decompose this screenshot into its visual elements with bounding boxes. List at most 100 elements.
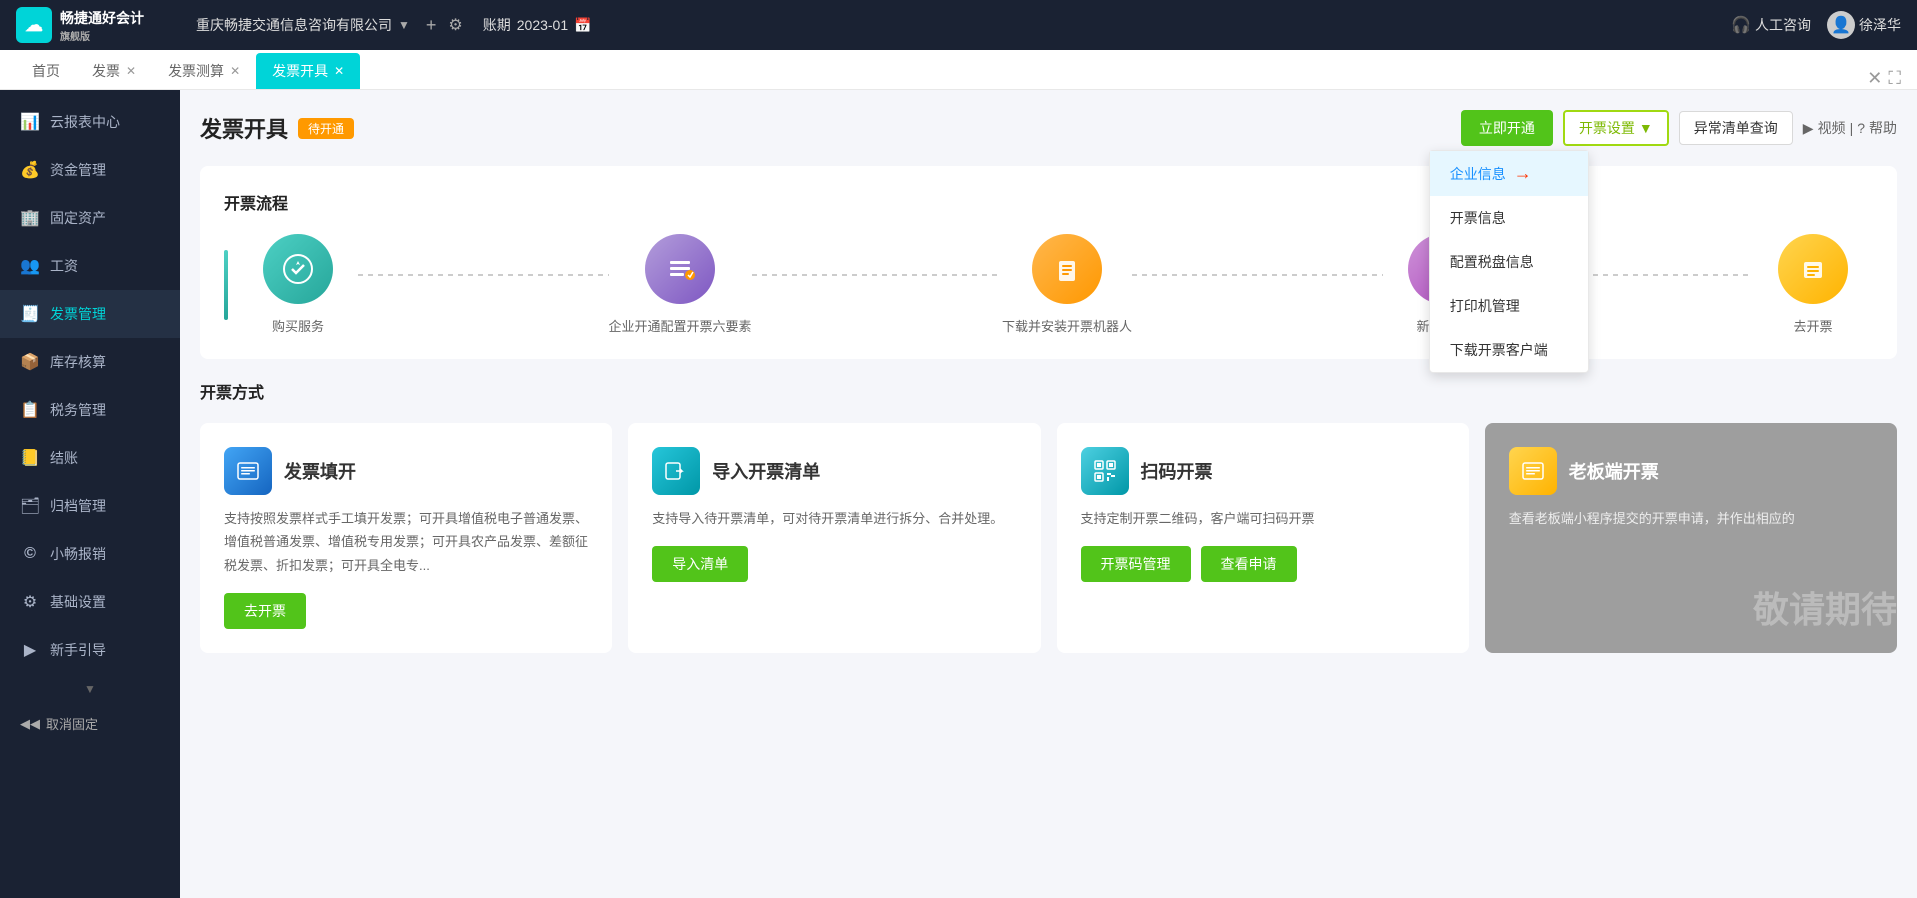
sidebar: 📊 云报表中心 💰 资金管理 🏢 固定资产 👥 工资 🧾 发票管理 📦 库存核算… xyxy=(0,90,180,898)
abnormal-button[interactable]: 异常清单查询 xyxy=(1679,111,1793,145)
tab-home-label: 首页 xyxy=(32,61,60,81)
sidebar-scroll-down[interactable]: ▼ xyxy=(0,674,180,704)
calendar-icon[interactable]: 📅 xyxy=(574,17,591,34)
guidang-icon: 🗂 xyxy=(20,496,40,516)
sidebar-item-guidang[interactable]: 🗂 归档管理 xyxy=(0,482,180,530)
method-section: 开票方式 发票填开 支持按照发票样式手工填开发票；可开具增值税电子普通发票、增值… xyxy=(200,379,1897,653)
dropdown-item-kaipiaoxinxi[interactable]: 开票信息 xyxy=(1430,196,1588,240)
sidebar-label-jiezhang: 结账 xyxy=(50,448,78,468)
jichu-icon: ⚙ xyxy=(20,592,40,612)
method-card-scan: 扫码开票 支持定制开票二维码，客户端可扫码开票 开票码管理 查看申请 xyxy=(1057,423,1469,653)
user-area[interactable]: 👤 徐泽华 xyxy=(1827,11,1901,39)
settings-arrow-icon: ▼ xyxy=(1639,120,1653,136)
sidebar-item-kucun[interactable]: 📦 库存核算 xyxy=(0,338,180,386)
tab-fapiao-cesuan[interactable]: 发票测算 ✕ xyxy=(152,53,256,89)
tab-fapiao[interactable]: 发票 ✕ xyxy=(76,53,152,89)
consulting-label: 人工咨询 xyxy=(1755,15,1811,35)
method-cards: 发票填开 支持按照发票样式手工填开发票；可开具增值税电子普通发票、增值税普通发票… xyxy=(200,423,1897,653)
flow-step-5: 去开票 xyxy=(1753,234,1873,335)
step-circle-2 xyxy=(645,234,715,304)
import-icon xyxy=(652,447,700,495)
status-badge: 待开通 xyxy=(298,118,354,139)
header-actions: 🎧 人工咨询 👤 徐泽华 xyxy=(1731,11,1901,39)
dropdown-item-dayinji[interactable]: 打印机管理 xyxy=(1430,284,1588,328)
fill-icon xyxy=(224,447,272,495)
scan-icon xyxy=(1081,447,1129,495)
tab-cesuan-close[interactable]: ✕ xyxy=(230,64,240,78)
sidebar-cancel-fixed[interactable]: ◀◀ 取消固定 xyxy=(0,704,180,743)
step-connector-1 xyxy=(358,274,609,276)
company-dropdown-arrow: ▼ xyxy=(398,18,410,32)
sidebar-item-xinshou[interactable]: ▶ 新手引导 xyxy=(0,626,180,674)
step-connector-2 xyxy=(752,274,1003,276)
close-all-icon[interactable]: ✕ xyxy=(1867,68,1882,89)
logo-icon: ☁ xyxy=(16,7,52,43)
sidebar-item-jiezhang[interactable]: 📒 结账 xyxy=(0,434,180,482)
sidebar-item-gongzi[interactable]: 👥 工资 xyxy=(0,242,180,290)
add-company-button[interactable]: + xyxy=(426,15,437,36)
activate-button[interactable]: 立即开通 xyxy=(1461,110,1553,146)
page-title-area: 发票开具 待开通 xyxy=(200,112,354,144)
scan-apply-btn[interactable]: 查看申请 xyxy=(1201,546,1297,582)
dropdown-item-peizhi[interactable]: 配置税盘信息 xyxy=(1430,240,1588,284)
sidebar-item-shuiwu[interactable]: 📋 税务管理 xyxy=(0,386,180,434)
peizhi-label: 配置税盘信息 xyxy=(1450,252,1534,272)
tab-bar: 首页 发票 ✕ 发票测算 ✕ 发票开具 ✕ ✕ ⛶ xyxy=(0,50,1917,90)
qiyexinxi-label: 企业信息 xyxy=(1450,164,1506,184)
expand-icon[interactable]: ⛶ xyxy=(1888,68,1901,89)
scan-buttons: 开票码管理 查看申请 xyxy=(1081,546,1445,582)
sidebar-item-yunbao[interactable]: 📊 云报表中心 xyxy=(0,98,180,146)
dropdown-item-xiazai[interactable]: 下载开票客户端 xyxy=(1430,328,1588,372)
tab-fapiao-close[interactable]: ✕ xyxy=(126,64,136,78)
settings-icon[interactable]: ⚙ xyxy=(448,15,462,35)
logo-area: ☁ 畅捷通好会计 旗舰版 xyxy=(16,7,196,43)
settings-dropdown-menu: 企业信息 → 开票信息 配置税盘信息 打印机管理 下 xyxy=(1429,150,1589,373)
fill-card-header: 发票填开 xyxy=(224,447,588,495)
scan-manage-btn[interactable]: 开票码管理 xyxy=(1081,546,1191,582)
sidebar-item-xiaochang[interactable]: © 小畅报销 xyxy=(0,530,180,578)
page-actions: 立即开通 开票设置 ▼ 企业信息 → 开票信息 xyxy=(1461,110,1897,146)
period-label: 账期 xyxy=(483,15,511,35)
step-connector-3 xyxy=(1132,274,1383,276)
step-circle-5 xyxy=(1778,234,1848,304)
help-label: 帮助 xyxy=(1869,118,1897,138)
fill-btn[interactable]: 去开票 xyxy=(224,593,306,629)
flow-step-2: 企业开通配置开票六要素 xyxy=(609,234,752,335)
headphone-icon: 🎧 xyxy=(1731,15,1751,35)
dropdown-item-qiyexinxi[interactable]: 企业信息 → xyxy=(1430,151,1588,196)
settings-button[interactable]: 开票设置 ▼ xyxy=(1563,110,1669,146)
tab-home[interactable]: 首页 xyxy=(16,53,76,89)
scan-title: 扫码开票 xyxy=(1141,458,1213,484)
step-label-5: 去开票 xyxy=(1794,316,1833,335)
sidebar-item-jichu[interactable]: ⚙ 基础设置 xyxy=(0,578,180,626)
company-selector[interactable]: 重庆畅捷交通信息咨询有限公司 ▼ xyxy=(196,15,410,35)
method-title: 开票方式 xyxy=(200,379,1897,403)
import-desc: 支持导入待开票清单，可对待开票清单进行拆分、合并处理。 xyxy=(652,507,1016,530)
guding-icon: 🏢 xyxy=(20,208,40,228)
import-title: 导入开票清单 xyxy=(712,458,820,484)
sidebar-item-fapiao[interactable]: 🧾 发票管理 xyxy=(0,290,180,338)
red-arrow-icon: → xyxy=(1514,163,1532,184)
play-icon: ▶ xyxy=(1803,120,1814,137)
xiazai-label: 下载开票客户端 xyxy=(1450,340,1548,360)
consulting-button[interactable]: 🎧 人工咨询 xyxy=(1731,15,1811,35)
flow-step-1: 购买服务 xyxy=(238,234,358,335)
flow-left-bar xyxy=(224,250,228,320)
gongzi-icon: 👥 xyxy=(20,256,40,276)
method-card-import: 导入开票清单 支持导入待开票清单，可对待开票清单进行拆分、合并处理。 导入清单 xyxy=(628,423,1040,653)
video-button[interactable]: ▶ 视频 | ? 帮助 xyxy=(1803,118,1897,138)
import-btn[interactable]: 导入清单 xyxy=(652,546,748,582)
step-label-1: 购买服务 xyxy=(272,316,324,335)
sidebar-item-zijin[interactable]: 💰 资金管理 xyxy=(0,146,180,194)
cancel-label: 取消固定 xyxy=(46,714,98,733)
app-version: 旗舰版 xyxy=(60,28,144,43)
cancel-pin-icon: ◀◀ xyxy=(20,716,40,732)
yunbao-icon: 📊 xyxy=(20,112,40,132)
tab-fapiao-kaiju[interactable]: 发票开具 ✕ xyxy=(256,53,360,89)
user-avatar: 👤 xyxy=(1827,11,1855,39)
user-name: 徐泽华 xyxy=(1859,15,1901,35)
tab-kaiju-close[interactable]: ✕ xyxy=(334,64,344,78)
question-icon: ? xyxy=(1857,120,1865,136)
sidebar-item-gudingzichan[interactable]: 🏢 固定资产 xyxy=(0,194,180,242)
xiaochang-icon: © xyxy=(20,545,40,563)
